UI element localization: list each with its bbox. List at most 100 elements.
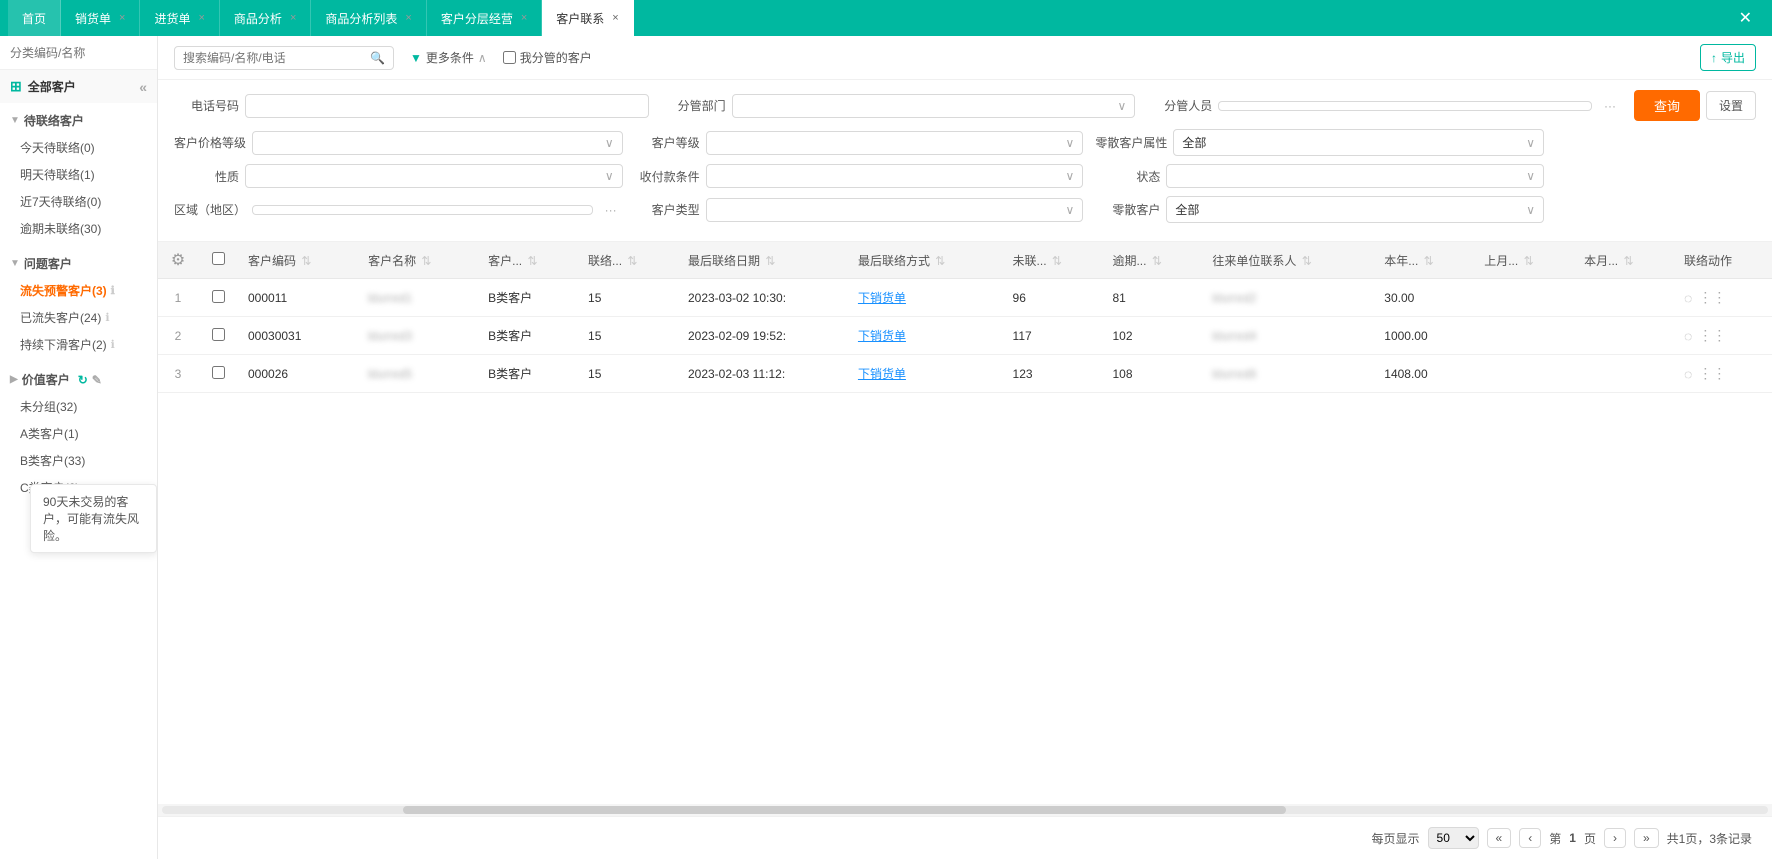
phone-input[interactable] — [245, 94, 649, 118]
col-overdue[interactable]: 逾期... ⇅ — [1102, 242, 1202, 279]
row-checkbox[interactable] — [198, 279, 238, 317]
search-input[interactable] — [183, 51, 364, 65]
nature-select[interactable]: ∨ — [245, 164, 623, 188]
person-label: 分管人员 — [1147, 97, 1212, 114]
scrollbar-thumb[interactable] — [403, 806, 1286, 814]
pending-contact-group-label[interactable]: ▼ 待联络客户 — [0, 107, 157, 134]
row-select-checkbox[interactable] — [212, 366, 225, 379]
first-page-button[interactable]: « — [1487, 828, 1512, 848]
col-last-contact-date[interactable]: 最后联络日期 ⇅ — [678, 242, 848, 279]
sidebar-item-churn-warning[interactable]: 流失预警客户(3) ℹ — [0, 277, 157, 304]
close-customer-segment-tab[interactable]: × — [521, 12, 527, 24]
col-uncontacted-label: 未联... — [1013, 254, 1047, 268]
close-customer-contact-tab[interactable]: × — [612, 12, 618, 24]
sidebar-search-input[interactable] — [10, 46, 158, 60]
sidebar-collapse-button[interactable]: « — [139, 79, 147, 95]
row-checkbox[interactable] — [198, 355, 238, 393]
close-purchase-order-tab[interactable]: × — [198, 12, 204, 24]
all-customers-header[interactable]: ⊞ 全部客户 « — [0, 70, 157, 103]
sidebar-item-overdue-contact[interactable]: 逾期未联络(30) — [0, 215, 157, 242]
class-a-label: A类客户(1) — [20, 425, 79, 442]
sidebar-item-declining[interactable]: 持续下滑客户(2) ℹ — [0, 331, 157, 358]
row-last-contact-type[interactable]: 下销货单 — [848, 279, 1003, 317]
last-contact-type-link[interactable]: 下销货单 — [858, 367, 906, 381]
close-product-analysis-tab[interactable]: × — [290, 12, 296, 24]
last-contact-type-link[interactable]: 下销货单 — [858, 329, 906, 343]
col-contacts[interactable]: 往来单位联系人 ⇅ — [1202, 242, 1374, 279]
customer-type-select[interactable]: ∨ — [706, 198, 1084, 222]
action-contact-icon[interactable]: ◌ — [1684, 366, 1692, 382]
settings-button[interactable]: 设置 — [1706, 91, 1756, 120]
tab-product-analysis-list[interactable]: 商品分析列表 × — [311, 0, 426, 36]
export-button[interactable]: ↑ 导出 — [1700, 44, 1756, 71]
region-more-dots[interactable]: ··· — [599, 203, 623, 217]
col-last-month[interactable]: 上月... ⇅ — [1474, 242, 1574, 279]
next-page-button[interactable]: › — [1604, 828, 1626, 848]
close-sales-order-tab[interactable]: × — [119, 12, 125, 24]
col-code[interactable]: 客户编码 ⇅ — [238, 242, 358, 279]
status-select[interactable]: ∨ — [1166, 164, 1544, 188]
zero-attr-select[interactable]: 全部 ∨ — [1173, 129, 1544, 156]
person-more-dots[interactable]: ··· — [1598, 99, 1622, 113]
query-button[interactable]: 查询 — [1634, 90, 1700, 121]
sidebar-item-today-contact[interactable]: 今天待联络(0) — [0, 134, 157, 161]
row-last-contact-type[interactable]: 下销货单 — [848, 317, 1003, 355]
sidebar-item-ungrouped[interactable]: 未分组(32) — [0, 393, 157, 420]
col-last-contact-type[interactable]: 最后联络方式 ⇅ — [848, 242, 1003, 279]
last-page-button[interactable]: » — [1634, 828, 1659, 848]
last-contact-type-link[interactable]: 下销货单 — [858, 291, 906, 305]
col-this-month[interactable]: 本月... ⇅ — [1574, 242, 1674, 279]
my-customers-checkbox[interactable] — [503, 51, 516, 64]
col-this-year[interactable]: 本年... ⇅ — [1374, 242, 1474, 279]
tab-purchase-order[interactable]: 进货单 × — [140, 0, 219, 36]
gear-button[interactable]: ⚙ — [171, 252, 185, 269]
per-page-select[interactable]: 50 20 100 — [1428, 827, 1479, 849]
window-close-button[interactable]: ✕ — [1727, 8, 1764, 28]
row-last-contact-type[interactable]: 下销货单 — [848, 355, 1003, 393]
col-contacts-label: 往来单位联系人 — [1212, 254, 1296, 268]
region-select[interactable] — [252, 205, 593, 215]
col-contact-count[interactable]: 联络... ⇅ — [578, 242, 678, 279]
value-group-refresh-icon[interactable]: ↻ — [78, 373, 88, 387]
close-product-analysis-list-tab[interactable]: × — [405, 12, 411, 24]
sidebar-item-7day-contact[interactable]: 近7天待联络(0) — [0, 188, 157, 215]
select-all-checkbox[interactable] — [212, 252, 225, 265]
zero-customer-select[interactable]: 全部 ∨ — [1166, 196, 1544, 223]
tab-home[interactable]: 首页 — [8, 0, 61, 36]
action-contact-icon[interactable]: ◌ — [1684, 290, 1692, 306]
col-name[interactable]: 客户名称 ⇅ — [358, 242, 478, 279]
tab-sales-order[interactable]: 销货单 × — [61, 0, 140, 36]
at-risk-group-label[interactable]: ▼ 问题客户 — [0, 250, 157, 277]
sidebar-item-churned[interactable]: 已流失客户(24) ℹ — [0, 304, 157, 331]
tab-customer-contact[interactable]: 客户联系 × — [542, 0, 633, 36]
action-contact-icon[interactable]: ◌ — [1684, 328, 1692, 344]
export-icon: ↑ — [1711, 51, 1717, 65]
customer-grade-select[interactable]: ∨ — [706, 131, 1084, 155]
row-checkbox[interactable] — [198, 317, 238, 355]
sidebar-item-class-a[interactable]: A类客户(1) — [0, 420, 157, 447]
row-select-checkbox[interactable] — [212, 328, 225, 341]
action-more-icon[interactable]: ⋮⋮ — [1698, 289, 1726, 306]
search-icon[interactable]: 🔍 — [370, 51, 385, 65]
more-conditions-button[interactable]: ▼ 更多条件 ∧ — [402, 45, 495, 70]
sidebar-item-tomorrow-contact[interactable]: 明天待联络(1) — [0, 161, 157, 188]
row-last-month — [1474, 317, 1574, 355]
col-uncontacted[interactable]: 未联... ⇅ — [1003, 242, 1103, 279]
value-group-edit-icon[interactable]: ✎ — [92, 373, 102, 387]
row-select-checkbox[interactable] — [212, 290, 225, 303]
scrollbar-track[interactable] — [162, 806, 1768, 814]
horizontal-scrollbar[interactable] — [158, 804, 1772, 816]
col-customer-type[interactable]: 客户... ⇅ — [478, 242, 578, 279]
payment-select[interactable]: ∨ — [706, 164, 1084, 188]
tab-customer-segment[interactable]: 客户分层经营 × — [427, 0, 542, 36]
action-more-icon[interactable]: ⋮⋮ — [1698, 327, 1726, 344]
sidebar-item-class-b[interactable]: B类客户(33) — [0, 447, 157, 474]
prev-page-button[interactable]: ‹ — [1519, 828, 1541, 848]
price-grade-select[interactable]: ∨ — [252, 131, 623, 155]
table-row: 2 00030031 blurred3 B类客户 15 2023-02-09 1… — [158, 317, 1772, 355]
tab-product-analysis[interactable]: 商品分析 × — [220, 0, 311, 36]
dept-select[interactable]: ∨ — [732, 94, 1136, 118]
value-group-label[interactable]: ▶ 价值客户 ↻ ✎ — [0, 366, 157, 393]
action-more-icon[interactable]: ⋮⋮ — [1698, 365, 1726, 382]
person-select[interactable] — [1218, 101, 1592, 111]
